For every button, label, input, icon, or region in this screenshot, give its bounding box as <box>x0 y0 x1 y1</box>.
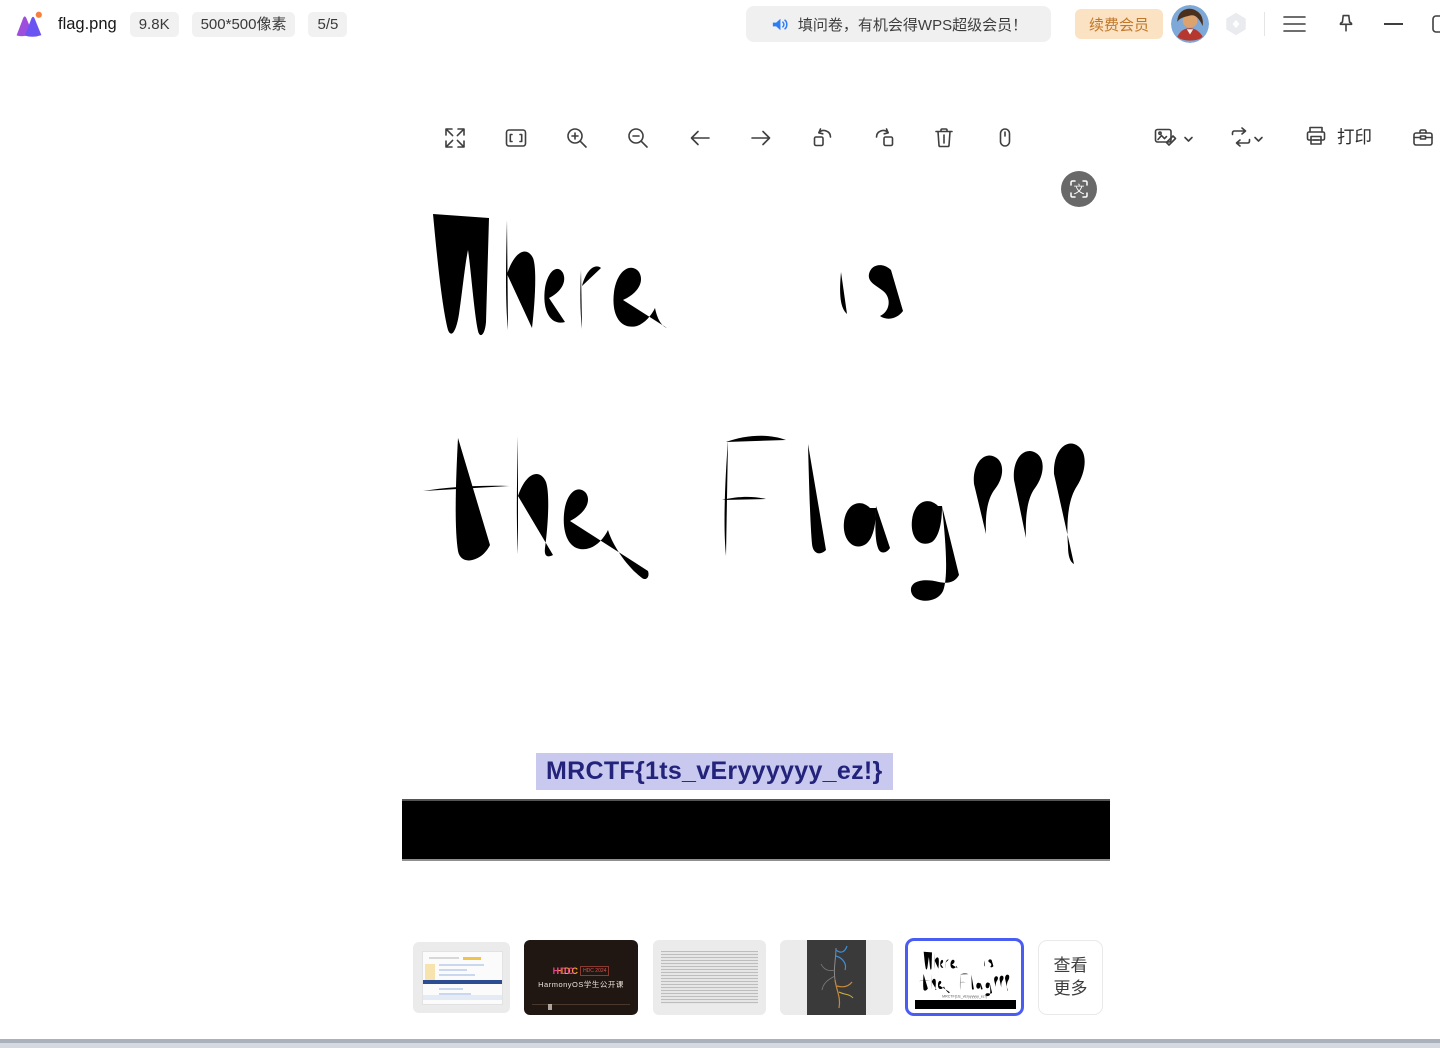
thumb-flag-caption: MRCTF{1ts_vEryyyyyy_ez!} <box>942 995 987 999</box>
translate-icon[interactable]: 文 <box>1061 171 1097 207</box>
user-avatar[interactable] <box>1171 5 1209 43</box>
menu-icon[interactable] <box>1283 15 1306 33</box>
fullscreen-icon[interactable] <box>442 125 468 151</box>
promo-text: 填问卷，有机会得WPS超级会员！ <box>797 16 1028 34</box>
thumb-handwriting-line1 <box>923 951 994 970</box>
diamond-badge-icon[interactable] <box>1222 10 1250 38</box>
minimize-icon[interactable] <box>1384 23 1403 25</box>
rotate-right-icon[interactable] <box>871 125 897 151</box>
translate-glyph: 文 <box>1074 182 1085 196</box>
hdc-badge: HDC 2024 <box>580 965 610 976</box>
thumb-black-bar <box>915 1000 1016 1009</box>
view-more-label: 查看更多 <box>1053 955 1088 998</box>
toolbox-icon[interactable] <box>1410 125 1436 151</box>
thumbnail-3-text-document[interactable] <box>653 940 766 1015</box>
edit-image-icon[interactable] <box>1153 125 1179 151</box>
delete-icon[interactable] <box>931 125 957 151</box>
file-name: flag.png <box>58 14 117 33</box>
rotate-left-icon[interactable] <box>810 125 836 151</box>
thumbnail-4-dark-mindmap[interactable] <box>780 940 893 1015</box>
redacted-black-bar <box>402 799 1110 861</box>
flag-selected-text[interactable]: MRCTF{1ts_vEryyyyyy_ez!} <box>536 753 893 790</box>
thumb-handwriting-line2 <box>918 973 1010 997</box>
thumbnail-5-current-selected[interactable]: MRCTF{1ts_vEryyyyyy_ez!} <box>905 938 1024 1016</box>
print-icon <box>1306 126 1326 145</box>
fit-window-icon[interactable] <box>503 125 529 151</box>
bottom-window-edge <box>0 1039 1440 1048</box>
thumbnail-1-window-screenshot[interactable] <box>413 942 510 1013</box>
handwriting-the-flag <box>423 435 1085 601</box>
zoom-out-icon[interactable] <box>625 125 651 151</box>
dimensions-badge: 500*500像素 <box>191 11 296 37</box>
print-button[interactable]: 打印 <box>1303 123 1372 149</box>
next-image-icon[interactable] <box>748 125 774 151</box>
zoom-in-icon[interactable] <box>564 125 590 151</box>
handwriting-where-is <box>433 214 903 336</box>
maximize-icon[interactable] <box>1432 15 1440 33</box>
mouse-guide-icon[interactable] <box>992 125 1018 151</box>
viewer-toolbar: 打印 <box>0 56 1440 148</box>
speaker-icon <box>772 18 788 30</box>
hdc-logo: HDC <box>552 965 576 976</box>
view-more-button[interactable]: 查看更多 <box>1038 940 1103 1015</box>
pin-icon[interactable] <box>1334 12 1358 36</box>
prev-image-icon[interactable] <box>687 125 713 151</box>
format-convert-chevron-icon[interactable] <box>1253 135 1264 144</box>
page-indicator-badge: 5/5 <box>308 11 348 37</box>
print-label: 打印 <box>1337 126 1372 147</box>
file-size-badge: 9.8K <box>129 11 179 37</box>
thumbnail-2-harmonyos-slide[interactable]: HDC HDC 2024 HarmonyOS学生公开课 <box>524 940 638 1015</box>
titlebar-divider <box>1264 12 1265 36</box>
edit-image-chevron-icon[interactable] <box>1183 135 1194 144</box>
promo-banner[interactable]: 填问卷，有机会得WPS超级会员！ <box>746 6 1051 42</box>
title-bar: flag.png 9.8K 500*500像素 5/5 填问卷，有机会得WPS超… <box>0 0 1440 48</box>
harmonyos-title: HarmonyOS学生公开课 <box>538 979 624 989</box>
wps-pic-logo-icon <box>16 11 42 37</box>
format-convert-icon[interactable] <box>1228 125 1254 151</box>
file-info-group: flag.png 9.8K 500*500像素 5/5 <box>14 0 348 48</box>
renew-membership-button[interactable]: 续费会员 <box>1075 9 1164 39</box>
app-window: flag.png 9.8K 500*500像素 5/5 填问卷，有机会得WPS超… <box>0 0 1440 1048</box>
